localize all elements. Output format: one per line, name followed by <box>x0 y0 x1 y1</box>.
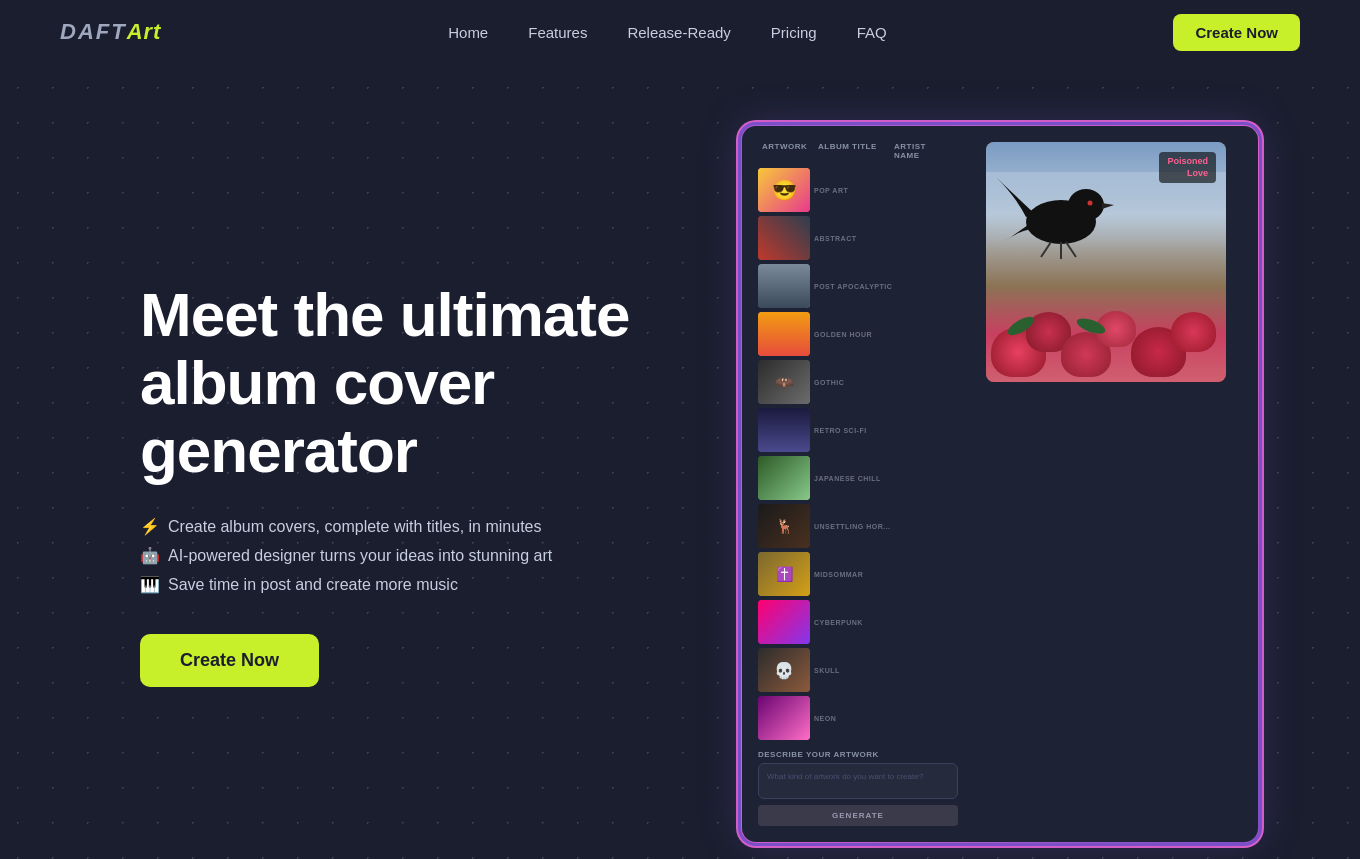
header-album: ALBUM TITLE <box>818 142 890 160</box>
hero-section: Meet the ultimate album cover generator … <box>0 64 1360 859</box>
thumb-cyberpunk <box>758 600 810 644</box>
feature-icon-1: ⚡ <box>140 517 160 536</box>
hero-features: ⚡ Create album covers, complete with tit… <box>140 517 660 594</box>
crow-silhouette <box>996 157 1126 267</box>
art-row-japanese-chill[interactable]: JAPANESE CHILL <box>758 456 958 500</box>
describe-input[interactable]: What kind of artwork do you want to crea… <box>758 763 958 799</box>
svg-line-4 <box>1041 242 1051 257</box>
describe-section: DESCRIBE YOUR ARTWORK What kind of artwo… <box>758 750 958 826</box>
generate-button[interactable]: GENERATE <box>758 805 958 826</box>
art-row-cyberpunk[interactable]: CYBERPUNK <box>758 600 958 644</box>
hero-title: Meet the ultimate album cover generator <box>140 281 660 486</box>
svg-marker-2 <box>1102 203 1114 209</box>
thumb-gothic: 🦇 <box>758 360 810 404</box>
art-row-gothic[interactable]: 🦇 GOTHIC <box>758 360 958 404</box>
navbar: DAFTArt Home Features Release-Ready Pric… <box>0 0 1360 64</box>
nav-release-ready[interactable]: Release-Ready <box>627 24 730 41</box>
roses-area <box>986 282 1226 382</box>
hero-feature-2: 🤖 AI-powered designer turns your ideas i… <box>140 546 660 565</box>
app-preview-card: ARTWORK ALBUM TITLE ARTIST NAME 😎 <box>740 124 1260 844</box>
art-row-unsettling[interactable]: 🦌 UNSETTLING HOR... <box>758 504 958 548</box>
feature-icon-2: 🤖 <box>140 546 160 565</box>
genre-label-cyberpunk: CYBERPUNK <box>814 619 863 626</box>
album-title-line1: Poisoned <box>1167 156 1208 166</box>
genre-label-abstract: ABSTRACT <box>814 235 857 242</box>
nav-home[interactable]: Home <box>448 24 488 41</box>
feature-text-1: Create album covers, complete with title… <box>168 518 541 536</box>
art-row-abstract[interactable]: ABSTRACT <box>758 216 958 260</box>
thumb-retro-sci-fi <box>758 408 810 452</box>
svg-line-6 <box>1066 242 1076 257</box>
genre-label-retro-sci-fi: RETRO SCI-FI <box>814 427 867 434</box>
art-grid: 😎 POP ART ABSTRACT <box>758 168 958 740</box>
genre-label-midsommar: MIDSOMMAR <box>814 571 863 578</box>
thumb-midsommar: ✝️ <box>758 552 810 596</box>
art-row-midsommar[interactable]: ✝️ MIDSOMMAR <box>758 552 958 596</box>
art-row-skull[interactable]: 💀 SKULL <box>758 648 958 692</box>
genre-label-skull: SKULL <box>814 667 840 674</box>
album-title-overlay: Poisoned Love <box>1159 152 1216 183</box>
thumb-golden-hour <box>758 312 810 356</box>
thumb-pop-art: 😎 <box>758 168 810 212</box>
table-headers: ARTWORK ALBUM TITLE ARTIST NAME <box>758 142 958 160</box>
hero-feature-1: ⚡ Create album covers, complete with tit… <box>140 517 660 536</box>
feature-text-3: Save time in post and create more music <box>168 576 458 594</box>
art-row-pop-art[interactable]: 😎 POP ART <box>758 168 958 212</box>
art-row-golden-hour[interactable]: GOLDEN HOUR <box>758 312 958 356</box>
header-artist: ARTIST NAME <box>894 142 954 160</box>
nav-faq[interactable]: FAQ <box>857 24 887 41</box>
thumb-abstract <box>758 216 810 260</box>
svg-point-1 <box>1068 189 1104 221</box>
create-now-nav-button[interactable]: Create Now <box>1173 14 1300 51</box>
header-artwork: ARTWORK <box>762 142 814 160</box>
art-row-post-apocalyptic[interactable]: POST APOCALYPTIC <box>758 264 958 308</box>
album-art-preview: Poisoned Love <box>986 142 1226 382</box>
create-now-hero-button[interactable]: Create Now <box>140 634 319 687</box>
art-row-neon[interactable]: NEON <box>758 696 958 740</box>
thumb-post-apocalyptic <box>758 264 810 308</box>
hero-left: Meet the ultimate album cover generator … <box>140 281 660 688</box>
genre-label-pop-art: POP ART <box>814 187 848 194</box>
nav-pricing[interactable]: Pricing <box>771 24 817 41</box>
thumb-japanese-chill <box>758 456 810 500</box>
describe-label: DESCRIBE YOUR ARTWORK <box>758 750 958 759</box>
art-row-retro-sci-fi[interactable]: RETRO SCI-FI <box>758 408 958 452</box>
genre-label-post-apocalyptic: POST APOCALYPTIC <box>814 283 892 290</box>
genre-label-golden-hour: GOLDEN HOUR <box>814 331 872 338</box>
thumb-skull: 💀 <box>758 648 810 692</box>
album-title-line2: Love <box>1187 168 1208 178</box>
app-left-panel: ARTWORK ALBUM TITLE ARTIST NAME 😎 <box>758 142 958 826</box>
logo-text: DAFTArt <box>60 19 161 45</box>
logo: DAFTArt <box>60 19 161 45</box>
feature-text-2: AI-powered designer turns your ideas int… <box>168 547 552 565</box>
genre-label-japanese-chill: JAPANESE CHILL <box>814 475 881 482</box>
feature-icon-3: 🎹 <box>140 575 160 594</box>
thumb-neon <box>758 696 810 740</box>
genre-label-gothic: GOTHIC <box>814 379 844 386</box>
app-right-panel: Poisoned Love <box>970 142 1242 826</box>
svg-point-3 <box>1088 201 1093 206</box>
nav-links: Home Features Release-Ready Pricing FAQ <box>448 24 886 41</box>
app-preview: ARTWORK ALBUM TITLE ARTIST NAME 😎 <box>740 124 1260 844</box>
hero-feature-3: 🎹 Save time in post and create more musi… <box>140 575 660 594</box>
nav-features[interactable]: Features <box>528 24 587 41</box>
thumb-unsettling: 🦌 <box>758 504 810 548</box>
genre-label-unsettling: UNSETTLING HOR... <box>814 523 891 530</box>
genre-label-neon: NEON <box>814 715 836 722</box>
